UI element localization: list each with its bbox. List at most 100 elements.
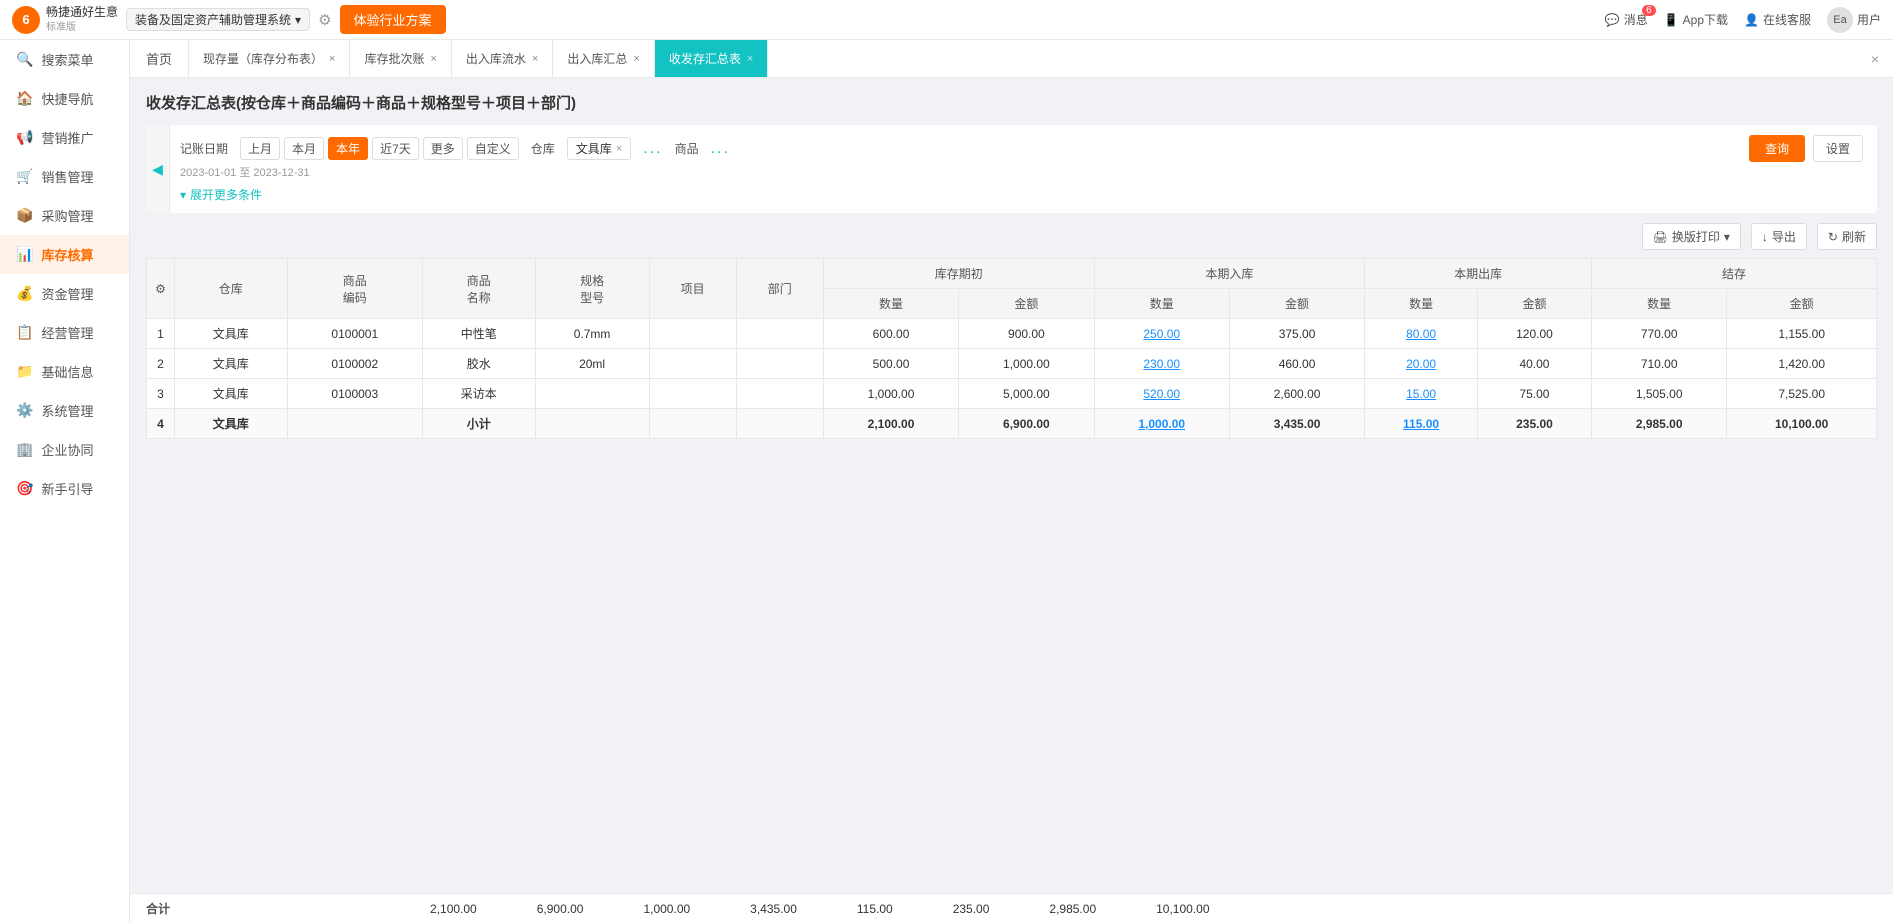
tab-recv-send-sum-close[interactable]: ×	[747, 53, 753, 65]
global-close-btn[interactable]: ×	[1857, 51, 1893, 67]
expand-more-conditions[interactable]: ▾ 展开更多条件	[180, 186, 1863, 203]
date-btn-7days[interactable]: 近7天	[372, 137, 419, 160]
tab-stock-dist-close[interactable]: ×	[329, 53, 335, 65]
sidebar-item-operation[interactable]: 📋 经营管理	[0, 313, 129, 352]
row-out-amt: 235.00	[1477, 409, 1591, 439]
tab-in-out-sum[interactable]: 出入库汇总 ×	[553, 40, 654, 77]
table-row: 2文具库0100002胶水20ml500.001,000.00230.00460…	[147, 349, 1877, 379]
th-settings[interactable]: ⚙	[147, 259, 175, 319]
settings-button[interactable]: 设置	[1813, 135, 1863, 162]
message-item[interactable]: 💬 消息 6	[1605, 11, 1648, 28]
row-in-qty[interactable]: 1,000.00	[1094, 409, 1229, 439]
system-select[interactable]: 装备及固定资产辅助管理系统 ▾	[126, 8, 310, 31]
sidebar-item-finance[interactable]: 💰 资金管理	[0, 274, 129, 313]
row-out-qty[interactable]: 15.00	[1365, 379, 1478, 409]
row-closing-qty: 710.00	[1592, 349, 1727, 379]
tab-home[interactable]: 首页	[130, 40, 189, 77]
toolbar-right: 🖨 换版打印 ▾ ↓ 导出 ↻ 刷新	[1642, 223, 1877, 250]
row-opening-qty: 2,100.00	[823, 409, 958, 439]
warehouse-filter-label: 仓库	[531, 140, 555, 157]
tab-batch-acc-close[interactable]: ×	[430, 53, 436, 65]
row-opening-qty: 600.00	[823, 319, 958, 349]
toolbar-row: 🖨 换版打印 ▾ ↓ 导出 ↻ 刷新	[146, 223, 1877, 250]
refresh-button[interactable]: ↻ 刷新	[1817, 223, 1877, 250]
row-goods-code: 0100001	[287, 319, 422, 349]
tab-home-label: 首页	[146, 49, 172, 68]
app-download-item[interactable]: 📱 App下载	[1664, 11, 1728, 28]
sales-icon: 🛒	[16, 168, 33, 185]
logo-area: 6 畅捷通好生意 标准版	[12, 5, 118, 34]
user-item[interactable]: Ea 用户	[1827, 7, 1881, 33]
row-in-qty[interactable]: 250.00	[1094, 319, 1229, 349]
sidebar-item-enterprise[interactable]: 🏢 企业协同	[0, 430, 129, 469]
row-warehouse: 文具库	[175, 319, 288, 349]
row-in-qty-link[interactable]: 1,000.00	[1138, 417, 1185, 431]
date-btn-this-month[interactable]: 本月	[284, 137, 324, 160]
tab-recv-send-sum[interactable]: 收发存汇总表 ×	[655, 40, 768, 77]
row-no: 3	[147, 379, 175, 409]
row-out-qty[interactable]: 115.00	[1365, 409, 1478, 439]
sidebar-item-marketing[interactable]: 📢 营销推广	[0, 118, 129, 157]
row-out-qty-link[interactable]: 80.00	[1406, 327, 1436, 341]
th-opening-qty: 数量	[823, 289, 958, 319]
date-btn-last-month[interactable]: 上月	[240, 137, 280, 160]
row-out-qty-link[interactable]: 20.00	[1406, 357, 1436, 371]
online-service-item[interactable]: 👤 在线客服	[1744, 11, 1811, 28]
goods-more-dots[interactable]: ...	[711, 140, 730, 158]
query-button[interactable]: 查询	[1749, 135, 1805, 162]
row-out-qty-link[interactable]: 115.00	[1403, 417, 1439, 431]
footer-label: 合计	[146, 900, 170, 917]
sidebar-item-base-info[interactable]: 📁 基础信息	[0, 352, 129, 391]
export-button[interactable]: ↓ 导出	[1751, 223, 1807, 250]
row-no: 1	[147, 319, 175, 349]
row-in-qty-link[interactable]: 250.00	[1143, 327, 1180, 341]
filter-collapse-btn[interactable]: ◀	[146, 125, 170, 213]
tab-in-out-flow-close[interactable]: ×	[532, 53, 538, 65]
date-btn-custom[interactable]: 自定义	[467, 137, 519, 160]
tab-stock-dist[interactable]: 现存量（库存分布表） ×	[189, 40, 350, 77]
sidebar-item-search[interactable]: 🔍 搜索菜单	[0, 40, 129, 79]
logo-text: 畅捷通好生意 标准版	[46, 5, 118, 34]
sidebar-item-purchase[interactable]: 📦 采购管理	[0, 196, 129, 235]
sidebar-item-quick-nav[interactable]: 🏠 快捷导航	[0, 79, 129, 118]
export-label: 导出	[1772, 228, 1796, 245]
settings-icon[interactable]: ⚙	[318, 11, 331, 29]
filter-row: 记账日期 上月 本月 本年 近7天 更多 自定义 仓库 文具库 ×	[180, 135, 1863, 162]
row-out-qty[interactable]: 80.00	[1365, 319, 1478, 349]
th-in-qty: 数量	[1094, 289, 1229, 319]
row-goods-spec	[535, 379, 649, 409]
row-warehouse: 文具库	[175, 409, 288, 439]
row-out-qty[interactable]: 20.00	[1365, 349, 1478, 379]
service-icon: 👤	[1744, 13, 1759, 27]
date-btn-this-year[interactable]: 本年	[328, 137, 368, 160]
inventory-icon: 📊	[16, 246, 33, 263]
sidebar-label-inventory: 库存核算	[41, 245, 93, 264]
row-out-qty-link[interactable]: 15.00	[1406, 387, 1436, 401]
row-in-qty-link[interactable]: 520.00	[1143, 387, 1180, 401]
warehouse-tag-close[interactable]: ×	[616, 143, 622, 155]
sidebar-item-sales[interactable]: 🛒 销售管理	[0, 157, 129, 196]
enterprise-icon: 🏢	[16, 441, 33, 458]
footer-in-qty: 1,000.00	[643, 902, 690, 916]
row-in-qty[interactable]: 520.00	[1094, 379, 1229, 409]
tab-in-out-sum-close[interactable]: ×	[633, 53, 639, 65]
sidebar-label-beginner: 新手引导	[41, 479, 93, 498]
row-closing-amt: 7,525.00	[1727, 379, 1877, 409]
warehouse-more-dots[interactable]: ...	[643, 140, 662, 158]
trial-button[interactable]: 体验行业方案	[340, 5, 446, 34]
row-in-qty-link[interactable]: 230.00	[1143, 357, 1180, 371]
sidebar-item-beginner[interactable]: 🎯 新手引导	[0, 469, 129, 508]
tab-batch-acc[interactable]: 库存批次账 ×	[350, 40, 451, 77]
print-button[interactable]: 🖨 换版打印 ▾	[1642, 223, 1741, 250]
tab-stock-dist-label: 现存量（库存分布表）	[203, 50, 323, 67]
warehouse-tag: 文具库 ×	[567, 137, 631, 160]
brand-name: 畅捷通好生意	[46, 5, 118, 21]
sidebar-item-inventory[interactable]: 📊 库存核算	[0, 235, 129, 274]
sidebar-item-system[interactable]: ⚙️ 系统管理	[0, 391, 129, 430]
print-label: 换版打印	[1672, 228, 1720, 245]
th-warehouse: 仓库	[175, 259, 288, 319]
row-in-qty[interactable]: 230.00	[1094, 349, 1229, 379]
row-goods-code: 0100003	[287, 379, 422, 409]
date-btn-more[interactable]: 更多	[423, 137, 463, 160]
tab-in-out-flow[interactable]: 出入库流水 ×	[452, 40, 553, 77]
